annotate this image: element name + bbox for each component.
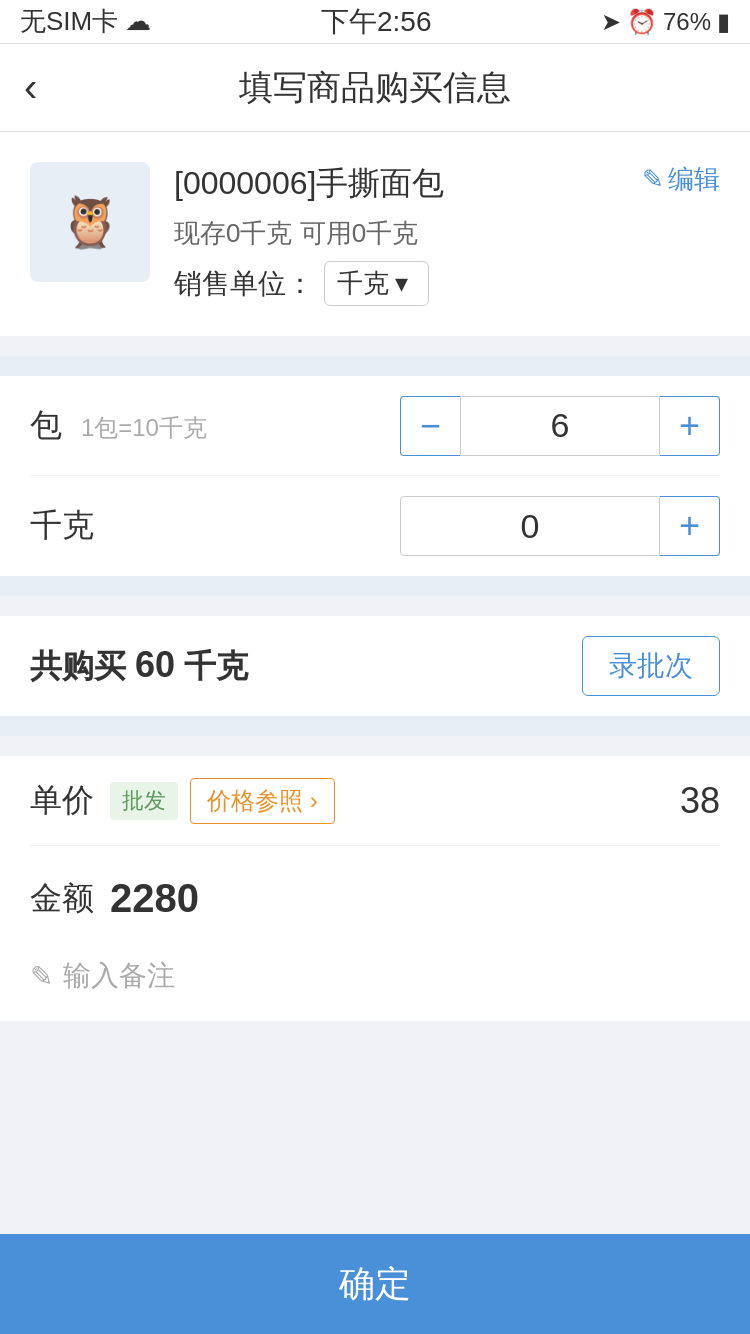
confirm-button[interactable]: 确定	[0, 1234, 750, 1334]
battery-level: 76%	[663, 8, 711, 36]
amount-row: 金额 2280	[30, 876, 720, 921]
status-right: ➤ ⏰ 76% ▮	[601, 8, 730, 36]
status-left: 无SIM卡 ☁	[20, 4, 151, 39]
batch-button[interactable]: 录批次	[582, 636, 720, 696]
remark-row[interactable]: ✎ 输入备注	[30, 941, 720, 1011]
price-type-tag: 批发	[110, 782, 178, 820]
page-title: 填写商品购买信息	[239, 65, 511, 111]
total-prefix: 共购买	[30, 648, 126, 684]
package-sublabel: 1包=10千克	[81, 414, 207, 441]
package-stepper: − +	[400, 396, 720, 456]
location-icon: ➤	[601, 8, 621, 36]
package-plus-button[interactable]: +	[660, 396, 720, 456]
product-image: 🦉	[30, 162, 150, 282]
price-value: 38	[680, 780, 720, 822]
back-button[interactable]: ‹	[24, 65, 37, 110]
unit-label: 销售单位：	[174, 265, 314, 303]
product-card: 🦉 [0000006]手撕面包 现存0千克 可用0千克 销售单位： 千克 ▾ ✎…	[0, 132, 750, 336]
edit-icon: ✎	[642, 164, 664, 195]
kg-stepper: +	[400, 496, 720, 556]
unit-value: 千克	[337, 266, 389, 301]
product-logo-icon: 🦉	[59, 193, 121, 251]
product-stock: 现存0千克 可用0千克	[174, 216, 720, 251]
price-label: 单价	[30, 779, 94, 823]
separator-3	[0, 716, 750, 736]
kg-plus-button[interactable]: +	[660, 496, 720, 556]
kg-input[interactable]	[400, 496, 660, 556]
price-row: 单价 批发 价格参照 › 38	[30, 756, 720, 846]
input-section: 包 1包=10千克 − + 千克 +	[0, 376, 750, 576]
nav-bar: ‹ 填写商品购买信息	[0, 44, 750, 132]
amount-label: 金额	[30, 877, 94, 921]
total-amount-value: 60	[135, 644, 175, 685]
amount-section: 金额 2280 ✎ 输入备注	[0, 846, 750, 1021]
kg-row: 千克 +	[30, 476, 720, 576]
kg-label: 千克	[30, 504, 400, 548]
remark-label: 输入备注	[63, 957, 175, 995]
unit-dropdown-icon: ▾	[395, 268, 408, 299]
edit-label: 编辑	[668, 162, 720, 197]
edit-button[interactable]: ✎ 编辑	[642, 162, 720, 197]
alarm-icon: ⏰	[627, 8, 657, 36]
separator-2	[0, 576, 750, 596]
total-text: 共购买 60 千克	[30, 644, 582, 689]
status-time: 下午2:56	[321, 3, 432, 41]
package-minus-button[interactable]: −	[400, 396, 460, 456]
package-input[interactable]	[460, 396, 660, 456]
price-reference-button[interactable]: 价格参照 ›	[190, 778, 335, 824]
unit-select[interactable]: 千克 ▾	[324, 261, 429, 306]
package-row: 包 1包=10千克 − +	[30, 376, 720, 476]
status-bar: 无SIM卡 ☁ 下午2:56 ➤ ⏰ 76% ▮	[0, 0, 750, 44]
total-section: 共购买 60 千克 录批次	[0, 616, 750, 716]
total-unit	[175, 648, 184, 684]
battery-icon: ▮	[717, 8, 730, 36]
price-section: 单价 批发 价格参照 › 38	[0, 756, 750, 846]
product-info: [0000006]手撕面包 现存0千克 可用0千克 销售单位： 千克 ▾	[150, 162, 720, 306]
remark-icon: ✎	[30, 960, 53, 993]
separator-1	[0, 356, 750, 376]
package-label: 包 1包=10千克	[30, 404, 400, 448]
amount-value: 2280	[110, 876, 199, 921]
product-name: [0000006]手撕面包	[174, 162, 720, 206]
sim-label: 无SIM卡 ☁	[20, 4, 151, 39]
product-unit-row: 销售单位： 千克 ▾	[174, 261, 720, 306]
